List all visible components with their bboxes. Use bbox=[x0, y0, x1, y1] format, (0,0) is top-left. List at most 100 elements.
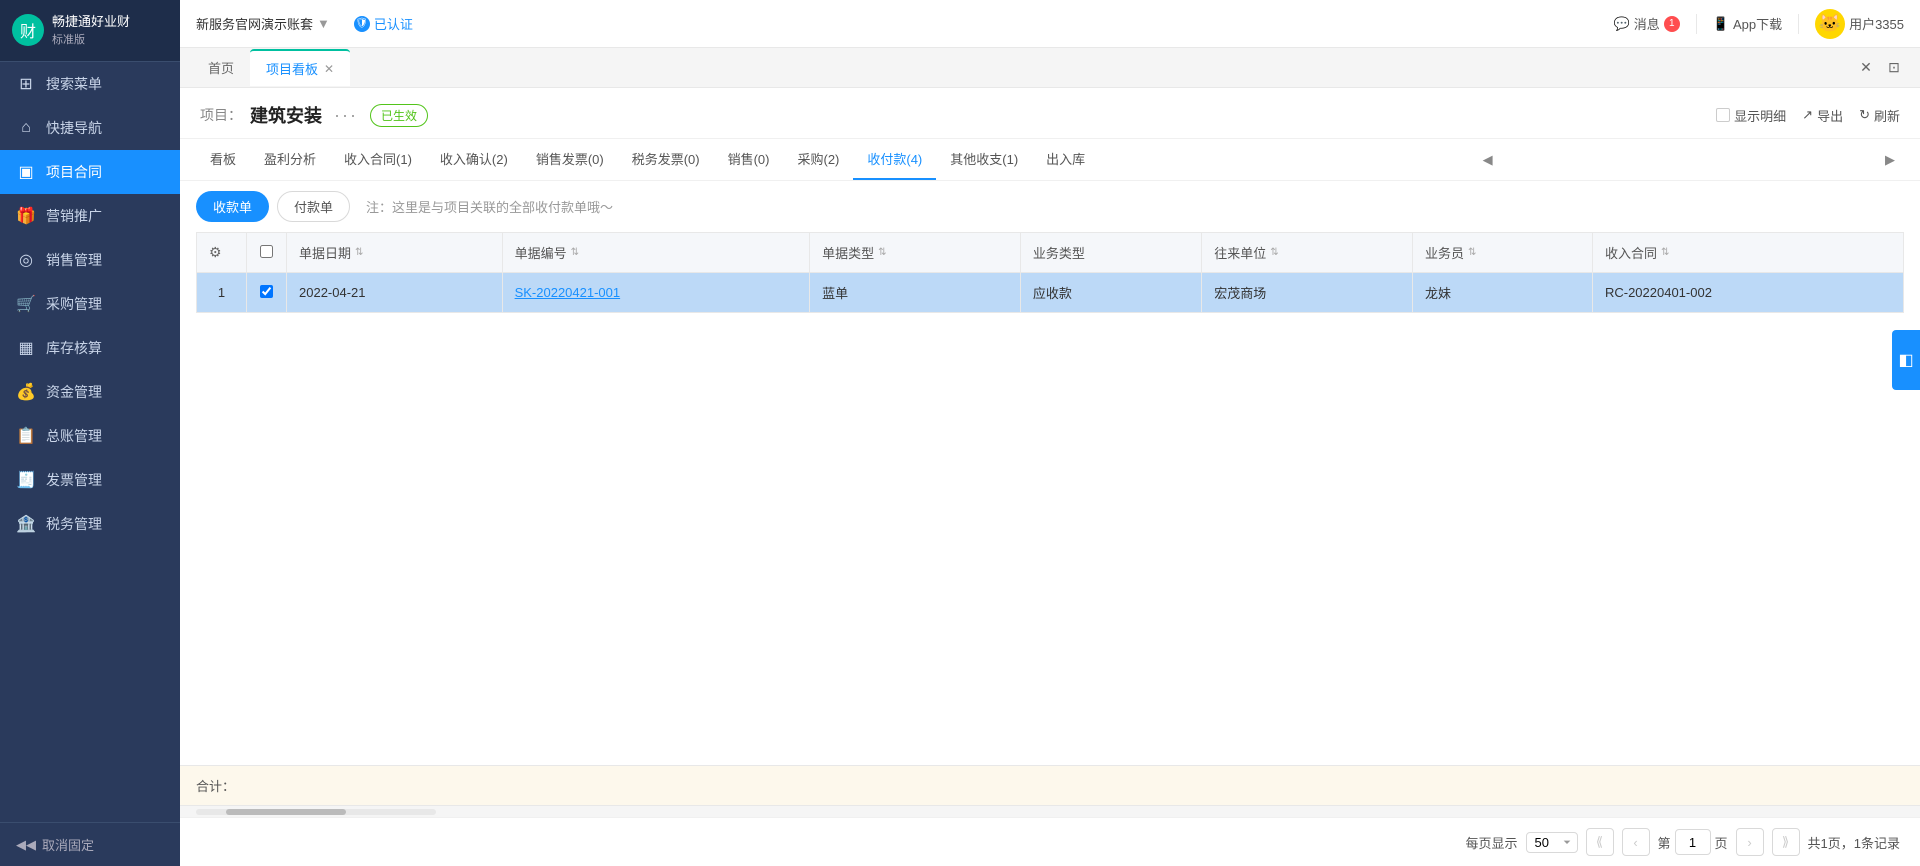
nav-tab-other[interactable]: 其他收支(1) bbox=[936, 139, 1032, 180]
message-label: 消息 bbox=[1634, 14, 1660, 33]
sidebar-item-quicknav[interactable]: ⌂ 快捷导航 bbox=[0, 106, 180, 150]
sidebar-item-contract[interactable]: ▣ 项目合同 bbox=[0, 150, 180, 194]
tab-home[interactable]: 首页 bbox=[192, 50, 250, 85]
sidebar-item-label: 搜索菜单 bbox=[46, 74, 102, 94]
sidebar-item-label: 销售管理 bbox=[46, 250, 102, 270]
nav-tab-sales[interactable]: 销售(0) bbox=[714, 139, 784, 180]
scrollbar-track[interactable] bbox=[196, 809, 436, 815]
sort-salesman-icon: ⇅ bbox=[1468, 247, 1476, 258]
tab-project-board[interactable]: 项目看板 ✕ bbox=[250, 49, 350, 86]
app-download-label: App下载 bbox=[1733, 14, 1782, 33]
refresh-button[interactable]: ↻ 刷新 bbox=[1859, 106, 1900, 125]
restore-window-button[interactable]: ⊡ bbox=[1880, 54, 1908, 82]
cell-checkbox[interactable] bbox=[247, 273, 287, 313]
sidebar-item-tax[interactable]: 🏦 税务管理 bbox=[0, 502, 180, 546]
row-checkbox[interactable] bbox=[260, 285, 273, 298]
nav-tab-tax-invoice[interactable]: 税务发票(0) bbox=[618, 139, 714, 180]
topbar-right: 💬 消息 1 📱 App下载 🐱 用户3355 bbox=[1614, 9, 1904, 39]
sidebar-item-sales[interactable]: ◎ 销售管理 bbox=[0, 238, 180, 282]
nav-tab-prev-arrow[interactable]: ◀ bbox=[1474, 146, 1502, 174]
tab-close-icon[interactable]: ✕ bbox=[324, 62, 334, 76]
sidebar-item-label: 项目合同 bbox=[46, 162, 102, 182]
subtab-note: 注：这里是与项目关联的全部收付款单哦～ bbox=[366, 197, 613, 216]
th-biz-type: 业务类型 bbox=[1020, 233, 1201, 273]
sidebar-item-search[interactable]: ⊞ 搜索菜单 bbox=[0, 62, 180, 106]
refresh-icon: ↻ bbox=[1859, 107, 1870, 123]
nav-tab-kanban[interactable]: 看板 bbox=[196, 139, 250, 180]
page-number-input[interactable] bbox=[1675, 829, 1711, 855]
pagination: 每页显示 50 10 20 100 ⟪ ‹ 第 页 › ⟫ 共1页，1条记录 bbox=[180, 817, 1920, 866]
sidebar-item-invoice[interactable]: 🧾 发票管理 bbox=[0, 458, 180, 502]
sidebar-item-inventory[interactable]: ▦ 库存核算 bbox=[0, 326, 180, 370]
app-download-button[interactable]: 📱 App下载 bbox=[1713, 14, 1782, 33]
project-actions: 显示明细 ↗ 导出 ↻ 刷新 bbox=[1716, 106, 1900, 125]
subtab-receipt[interactable]: 收款单 bbox=[196, 191, 269, 222]
cell-number[interactable]: SK-20220421-001 bbox=[502, 273, 810, 313]
message-button[interactable]: 💬 消息 1 bbox=[1614, 14, 1680, 33]
page-first-button[interactable]: ⟪ bbox=[1586, 828, 1614, 856]
per-page-select[interactable]: 50 10 20 100 bbox=[1526, 832, 1578, 853]
page-prev-button[interactable]: ‹ bbox=[1622, 828, 1650, 856]
project-more-button[interactable]: ··· bbox=[334, 105, 358, 126]
tax-icon: 🏦 bbox=[16, 514, 36, 534]
sidebar-logo: 财 畅捷通好业财 标准版 bbox=[0, 0, 180, 62]
sidebar-item-finance[interactable]: 💰 资金管理 bbox=[0, 370, 180, 414]
sidebar-item-purchase[interactable]: 🛒 采购管理 bbox=[0, 282, 180, 326]
sidebar-item-label: 营销推广 bbox=[46, 206, 102, 226]
message-badge: 1 bbox=[1664, 16, 1680, 32]
mobile-icon: 📱 bbox=[1713, 16, 1729, 32]
select-all-checkbox[interactable] bbox=[260, 245, 273, 258]
show-detail-button[interactable]: 显示明细 bbox=[1716, 106, 1786, 125]
page-last-button[interactable]: ⟫ bbox=[1772, 828, 1800, 856]
topbar: 新服务官网演示账套 ▼ 🛡 已认证 💬 消息 1 📱 App下载 🐱 用 bbox=[180, 0, 1920, 48]
th-settings[interactable]: ⚙ bbox=[197, 233, 247, 273]
subtab-payment[interactable]: 付款单 bbox=[277, 191, 350, 222]
nav-tab-next-arrow[interactable]: ▶ bbox=[1876, 146, 1904, 174]
export-button[interactable]: ↗ 导出 bbox=[1802, 106, 1843, 125]
nav-tab-sales-invoice[interactable]: 销售发票(0) bbox=[522, 139, 618, 180]
export-label: 导出 bbox=[1817, 106, 1843, 125]
nav-tab-payment[interactable]: 收付款(4) bbox=[853, 139, 936, 180]
show-detail-checkbox[interactable] bbox=[1716, 108, 1730, 122]
dropdown-arrow-icon: ▼ bbox=[317, 16, 330, 31]
cell-type: 蓝单 bbox=[810, 273, 1021, 313]
sidebar-item-marketing[interactable]: 🎁 营销推广 bbox=[0, 194, 180, 238]
nav-tabs: 看板 盈利分析 收入合同(1) 收入确认(2) 销售发票(0) 税务发票(0) … bbox=[180, 139, 1920, 181]
nav-tab-income-confirm[interactable]: 收入确认(2) bbox=[426, 139, 522, 180]
th-number[interactable]: 单据编号 ⇅ bbox=[502, 233, 810, 273]
project-prefix: 项目： bbox=[200, 105, 242, 125]
divider bbox=[1696, 14, 1697, 34]
th-contract[interactable]: 收入合同 ⇅ bbox=[1592, 233, 1903, 273]
th-salesman[interactable]: 业务员 ⇅ bbox=[1412, 233, 1592, 273]
sidebar-item-label: 资金管理 bbox=[46, 382, 102, 402]
page-input-group: 第 页 bbox=[1658, 829, 1728, 855]
nav-tab-warehouse[interactable]: 出入库 bbox=[1032, 139, 1099, 180]
user-label: 用户3355 bbox=[1849, 14, 1904, 33]
right-panel-toggle[interactable]: ◧ bbox=[1892, 330, 1920, 390]
tab-home-label: 首页 bbox=[208, 58, 234, 77]
sidebar-nav: ⊞ 搜索菜单 ⌂ 快捷导航 ▣ 项目合同 🎁 营销推广 ◎ 销售管理 🛒 采购管… bbox=[0, 62, 180, 822]
th-date[interactable]: 单据日期 ⇅ bbox=[287, 233, 503, 273]
th-type[interactable]: 单据类型 ⇅ bbox=[810, 233, 1021, 273]
sidebar-item-label: 发票管理 bbox=[46, 470, 102, 490]
nav-tab-purchase[interactable]: 采购(2) bbox=[783, 139, 853, 180]
scrollbar-thumb[interactable] bbox=[226, 809, 346, 815]
nav-tab-profit[interactable]: 盈利分析 bbox=[250, 139, 330, 180]
tab-project-board-label: 项目看板 bbox=[266, 59, 318, 78]
sidebar-item-ledger[interactable]: 📋 总账管理 bbox=[0, 414, 180, 458]
page-next-button[interactable]: › bbox=[1736, 828, 1764, 856]
record-number-link[interactable]: SK-20220421-001 bbox=[515, 285, 621, 300]
sidebar-unpin-button[interactable]: ◀◀ 取消固定 bbox=[0, 822, 180, 866]
project-name: 建筑安装 bbox=[250, 102, 322, 128]
sidebar-item-label: 总账管理 bbox=[46, 426, 102, 446]
settings-gear-icon[interactable]: ⚙ bbox=[209, 244, 222, 261]
table-row[interactable]: 1 2022-04-21 SK-20220421-001 蓝单 应收款 宏茂商场… bbox=[197, 273, 1904, 313]
th-partner[interactable]: 往来单位 ⇅ bbox=[1202, 233, 1413, 273]
sidebar: 财 畅捷通好业财 标准版 ⊞ 搜索菜单 ⌂ 快捷导航 ▣ 项目合同 🎁 营销推广… bbox=[0, 0, 180, 866]
horizontal-scrollbar[interactable] bbox=[180, 805, 1920, 817]
close-window-button[interactable]: ✕ bbox=[1852, 54, 1880, 82]
nav-tab-income-contract[interactable]: 收入合同(1) bbox=[330, 139, 426, 180]
demo-account-selector[interactable]: 新服务官网演示账套 ▼ bbox=[196, 14, 334, 33]
refresh-label: 刷新 bbox=[1874, 106, 1900, 125]
user-profile-button[interactable]: 🐱 用户3355 bbox=[1815, 9, 1904, 39]
